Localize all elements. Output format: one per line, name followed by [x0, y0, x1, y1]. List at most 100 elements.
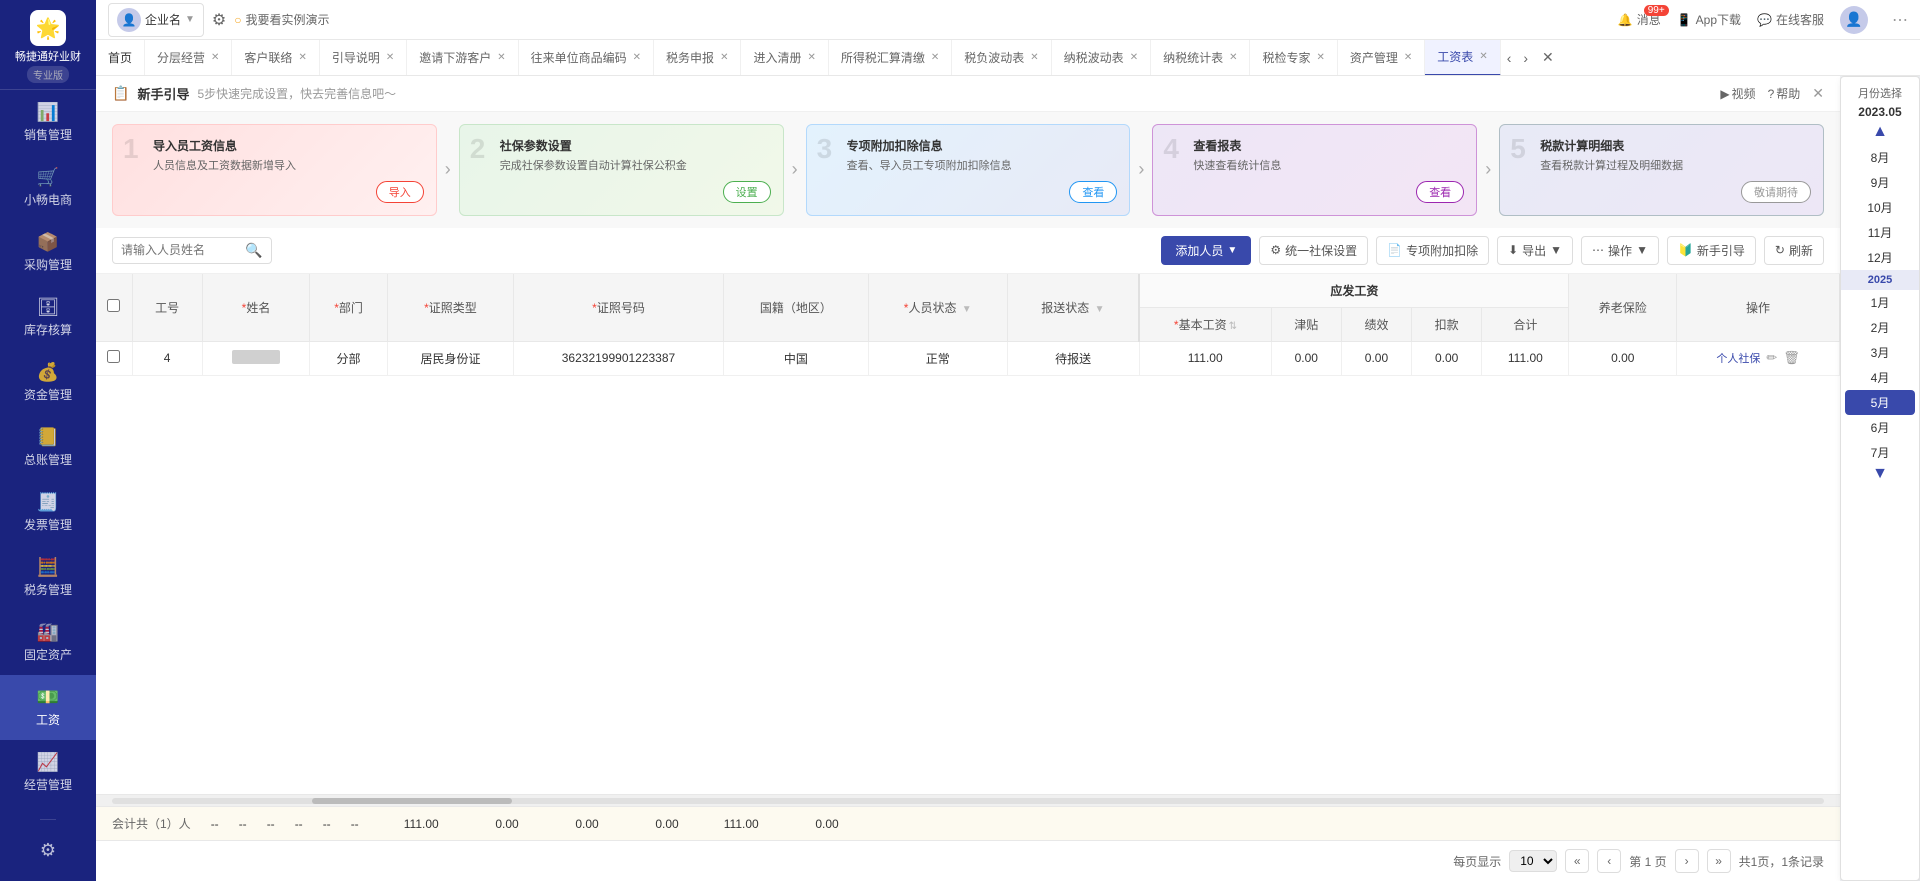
- sidebar-item-经营管理[interactable]: 📈 经营管理: [0, 740, 96, 805]
- tab-invite[interactable]: 邀请下游客户 ✕: [407, 40, 518, 76]
- step-2-btn[interactable]: 设置: [723, 181, 771, 203]
- month-9[interactable]: 9月: [1841, 170, 1919, 195]
- guide-video-link[interactable]: ▶ 视频: [1720, 85, 1755, 102]
- step-3-btn[interactable]: 查看: [1069, 181, 1117, 203]
- month-2[interactable]: 2月: [1841, 315, 1919, 340]
- tab-close-icon[interactable]: ✕: [1404, 52, 1412, 63]
- newbie-guide-button[interactable]: 🔰 新手引导: [1667, 236, 1756, 265]
- tab-next-btn[interactable]: ›: [1517, 40, 1534, 76]
- notify-button[interactable]: 🔔 消息 99+: [1618, 11, 1661, 28]
- tab-close-icon[interactable]: ✕: [386, 52, 394, 63]
- settings-icon[interactable]: ⚙: [40, 830, 56, 871]
- tab-close-icon[interactable]: ✕: [1130, 52, 1138, 63]
- tab-close-icon[interactable]: ✕: [633, 52, 641, 63]
- step-4-btn[interactable]: 查看: [1416, 181, 1464, 203]
- add-staff-button[interactable]: 添加人员 ▼: [1161, 236, 1251, 265]
- user-selector[interactable]: 👤 企业名 ▼: [108, 3, 204, 37]
- scrollbar-thumb[interactable]: [312, 798, 512, 804]
- tab-home[interactable]: 首页: [96, 40, 145, 76]
- basic-sort-icon[interactable]: ⇅: [1229, 321, 1237, 332]
- tab-salary[interactable]: 工资表 ✕: [1425, 40, 1500, 76]
- tab-prev-btn[interactable]: ‹: [1501, 40, 1518, 76]
- tab-assets[interactable]: 资产管理 ✕: [1338, 40, 1425, 76]
- sidebar-item-工资[interactable]: 💵 工资: [0, 675, 96, 740]
- sidebar-item-资金管理[interactable]: 💰 资金管理: [0, 350, 96, 415]
- tab-close-icon[interactable]: ✕: [1030, 52, 1038, 63]
- topbar-more-icon[interactable]: ⋯: [1892, 10, 1908, 30]
- special-deduct-button[interactable]: 📄 专项附加扣除: [1376, 236, 1489, 265]
- tab-close-icon[interactable]: ✕: [720, 52, 728, 63]
- sidebar-item-小畅报销[interactable]: 💳 小畅报销: [0, 805, 96, 819]
- month-12[interactable]: 12月: [1841, 245, 1919, 270]
- month-3[interactable]: 3月: [1841, 340, 1919, 365]
- refresh-button[interactable]: ↻ 刷新: [1764, 236, 1824, 265]
- tab-close-icon[interactable]: ✕: [497, 52, 505, 63]
- settings-gear-icon[interactable]: ⚙: [212, 10, 226, 30]
- guide-help-link[interactable]: ? 帮助: [1768, 85, 1801, 102]
- tab-customer-contact[interactable]: 客户联络 ✕: [232, 40, 319, 76]
- tab-close-icon[interactable]: ✕: [298, 52, 306, 63]
- sidebar-item-固定资产[interactable]: 🏭 固定资产: [0, 610, 96, 675]
- row-checkbox[interactable]: [96, 341, 132, 375]
- tab-close-icon[interactable]: ✕: [931, 52, 939, 63]
- tab-tax-stats[interactable]: 纳税统计表 ✕: [1151, 40, 1250, 76]
- sidebar-item-销售管理[interactable]: 📊 销售管理: [0, 90, 96, 155]
- app-download-button[interactable]: 📱 App下载: [1677, 11, 1741, 28]
- tab-tax-fluctuation[interactable]: 纳税波动表 ✕: [1052, 40, 1151, 76]
- sidebar-item-库存核算[interactable]: 🗄 库存核算: [0, 285, 96, 350]
- tab-clearance[interactable]: 进入清册 ✕: [741, 40, 828, 76]
- page-last-btn[interactable]: »: [1707, 849, 1731, 873]
- month-6[interactable]: 6月: [1841, 415, 1919, 440]
- tab-tax-report[interactable]: 税务申报 ✕: [654, 40, 741, 76]
- tab-close-icon[interactable]: ✕: [1229, 52, 1237, 63]
- actions-button[interactable]: ⋯ 操作 ▼: [1581, 236, 1659, 265]
- select-all-checkbox[interactable]: [107, 299, 120, 312]
- sidebar-item-发票管理[interactable]: 🧾 发票管理: [0, 480, 96, 545]
- tab-close-all-btn[interactable]: ✕: [1534, 40, 1562, 76]
- month-11[interactable]: 11月: [1841, 220, 1919, 245]
- demo-link[interactable]: ○ 我要看实例演示: [234, 11, 329, 28]
- row-select-checkbox[interactable]: [107, 350, 120, 363]
- tab-tax-burden[interactable]: 税负波动表 ✕: [952, 40, 1051, 76]
- step-1-btn[interactable]: 导入: [376, 181, 424, 203]
- month-4[interactable]: 4月: [1841, 365, 1919, 390]
- month-8[interactable]: 8月: [1841, 145, 1919, 170]
- op-personal-insurance[interactable]: 个人社保: [1716, 350, 1760, 366]
- tab-guide[interactable]: 引导说明 ✕: [320, 40, 407, 76]
- tab-close-icon[interactable]: ✕: [1317, 52, 1325, 63]
- status-filter-icon[interactable]: ▼: [962, 304, 972, 315]
- op-delete-icon[interactable]: 🗑: [1783, 350, 1800, 366]
- page-next-btn[interactable]: ›: [1675, 849, 1699, 873]
- step-5-btn[interactable]: 敬请期待: [1741, 181, 1811, 203]
- tab-product-code[interactable]: 往来单位商品编码 ✕: [519, 40, 654, 76]
- sidebar-item-采购管理[interactable]: 📦 采购管理: [0, 220, 96, 285]
- account-avatar[interactable]: 👤: [1840, 6, 1868, 34]
- th-select-all[interactable]: [96, 274, 132, 342]
- month-5-active[interactable]: 5月: [1845, 390, 1915, 415]
- guide-close-btn[interactable]: ✕: [1812, 85, 1824, 102]
- search-icon[interactable]: 🔍: [245, 242, 262, 259]
- report-filter-icon[interactable]: ▼: [1095, 304, 1105, 315]
- month-picker-down-btn[interactable]: ▼: [1872, 465, 1888, 483]
- page-size-select[interactable]: 10 20 50: [1509, 850, 1557, 872]
- month-1[interactable]: 1月: [1841, 290, 1919, 315]
- page-first-btn[interactable]: «: [1565, 849, 1589, 873]
- tab-tax-expert[interactable]: 税检专家 ✕: [1250, 40, 1337, 76]
- month-7[interactable]: 7月: [1841, 440, 1919, 465]
- tab-income-tax[interactable]: 所得税汇算清缴 ✕: [829, 40, 952, 76]
- tab-close-icon[interactable]: ✕: [807, 52, 815, 63]
- online-service-button[interactable]: 💬 在线客服: [1757, 11, 1824, 28]
- tab-tiered-management[interactable]: 分层经营 ✕: [145, 40, 232, 76]
- tab-salary-close-icon[interactable]: ✕: [1479, 51, 1487, 62]
- page-prev-btn[interactable]: ‹: [1597, 849, 1621, 873]
- sidebar-item-税务管理[interactable]: 🧮 税务管理: [0, 545, 96, 610]
- tab-close-icon[interactable]: ✕: [211, 52, 219, 63]
- sidebar-item-小畅电商[interactable]: 🛒 小畅电商: [0, 155, 96, 220]
- search-input[interactable]: [121, 243, 241, 257]
- export-button[interactable]: ⬇ 导出 ▼: [1497, 236, 1573, 265]
- sidebar-item-总账管理[interactable]: 📒 总账管理: [0, 415, 96, 480]
- month-10[interactable]: 10月: [1841, 195, 1919, 220]
- social-settings-button[interactable]: ⚙ 统一社保设置: [1259, 236, 1368, 265]
- month-picker-up-btn[interactable]: ▲: [1872, 123, 1888, 141]
- op-edit-icon[interactable]: ✏: [1766, 350, 1777, 366]
